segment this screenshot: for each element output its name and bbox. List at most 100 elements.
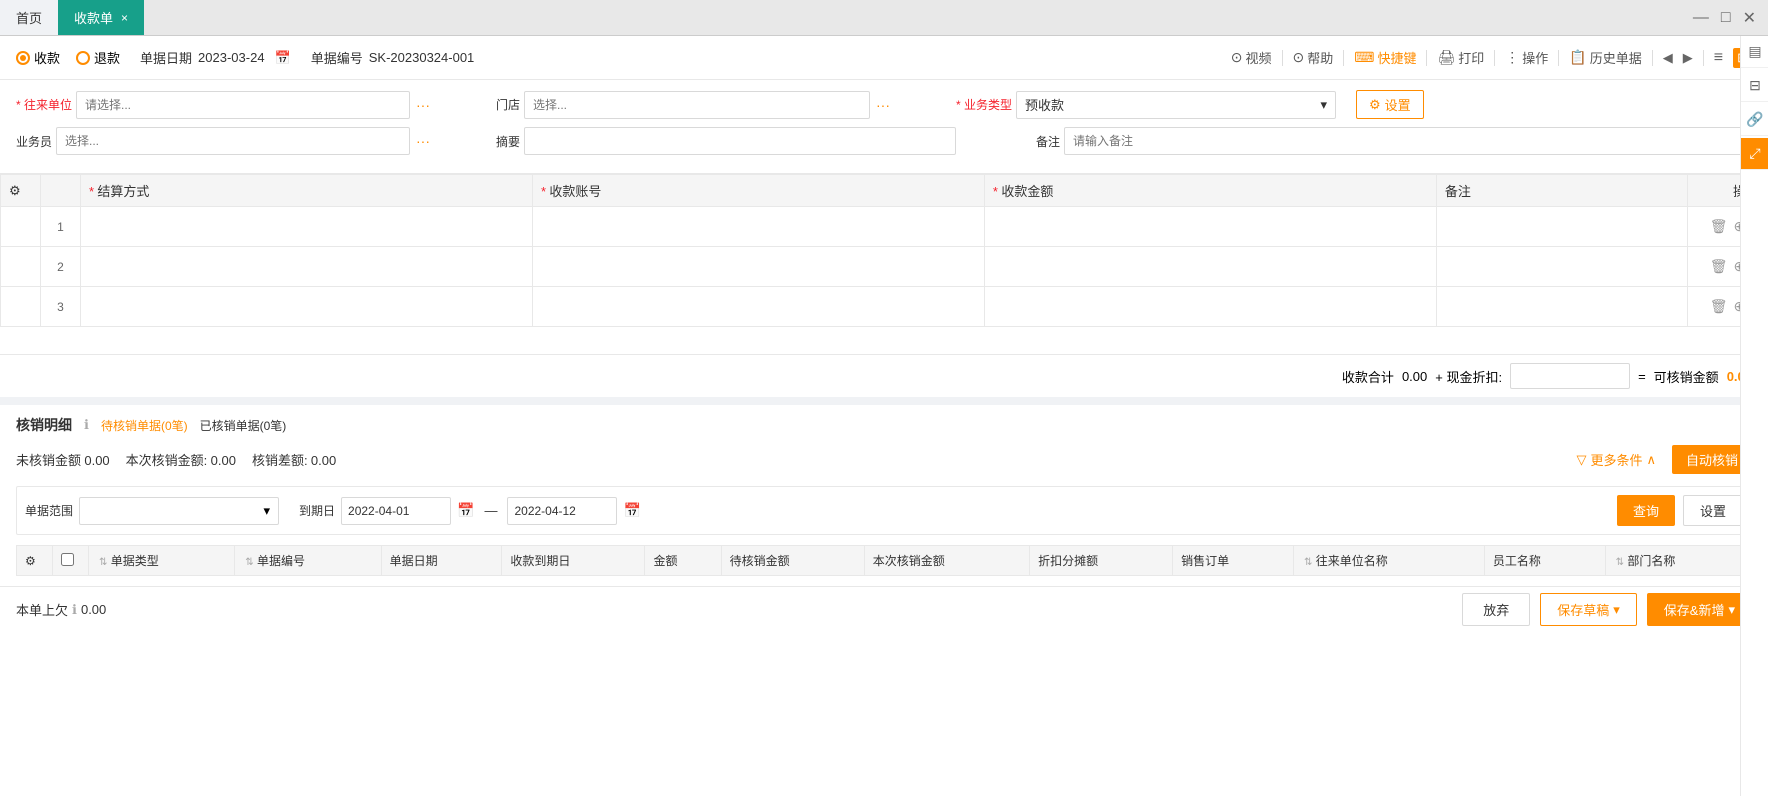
select-all-checkbox[interactable] [61,553,74,566]
cell-remarks[interactable] [1436,207,1687,247]
query-btn[interactable]: 查询 [1617,495,1675,526]
arrow-left-icon[interactable]: ◀ [1663,50,1673,66]
col-account: * 收款账号 [532,175,984,207]
divider5 [1558,50,1559,66]
more-conditions-btn[interactable]: ▽ 更多条件 ∧ [1576,450,1656,469]
bottom-table: ⚙ ⇅ 单据类型 ⇅ 单据编号 单据日期 收款到期日 [16,545,1752,576]
help-btn[interactable]: ⊙ 帮助 [1293,48,1334,67]
date-to-input[interactable] [507,497,617,525]
btcol-settings[interactable]: ⚙ [17,546,53,576]
cell-settlement[interactable] [81,247,533,287]
query-btn-label: 查询 [1633,504,1659,519]
sidebar-icon-2[interactable]: ⊟ [1741,70,1768,102]
col-settlement: * 结算方式 [81,175,533,207]
list-icon[interactable]: ≡ [1714,49,1723,67]
more-conditions-label: 更多条件 [1590,450,1642,469]
calendar-to-icon[interactable]: 📅 [623,502,640,519]
radio-refund-label: 退款 [94,48,120,67]
radio-refund-dot [76,51,90,65]
vendor-more-btn[interactable]: ··· [410,97,436,113]
col-remarks-label: 备注 [1445,184,1471,199]
settings-btn[interactable]: ⚙ 设置 [1356,90,1424,119]
staff-more-btn[interactable]: ··· [410,133,436,149]
cell-remarks[interactable] [1436,287,1687,327]
receivable-label: 可核销金额 [1654,367,1719,386]
cell-amount[interactable] [984,287,1436,327]
cell-amount[interactable] [984,247,1436,287]
tab-home[interactable]: 首页 [0,0,58,35]
auto-btn-label: 自动核销 [1686,453,1738,468]
sort-icon: ⇅ [99,557,107,568]
radio-refund[interactable]: 退款 [76,48,120,67]
cell-row-num [1,287,41,327]
draft-btn[interactable]: 保存草稿 ▾ [1540,593,1637,626]
setting-btn[interactable]: 设置 [1683,495,1743,526]
cell-settlement[interactable] [81,207,533,247]
done-tab[interactable]: 已核销单据(0笔) [200,417,287,434]
dropdown-icon: ▾ [1320,97,1327,113]
shortcut-btn[interactable]: ⌨ 快捷键 [1354,48,1416,67]
delete-icon[interactable]: 🗑 [1710,298,1728,315]
table-row: 1 🗑 ⊕ [1,207,1768,247]
business-type-select[interactable]: 预收款 ▾ [1016,91,1336,119]
bill-number-value: SK-20230324-001 [369,50,475,65]
current-label: 本单上欠 [16,600,68,619]
tab-close-icon[interactable]: × [121,11,128,25]
bill-number-label: 单据编号 [311,48,363,67]
radio-receipt[interactable]: 收款 [16,48,60,67]
vendor-input[interactable] [76,91,410,119]
close-btn[interactable]: ✕ [1743,8,1756,28]
radio-receipt-dot [16,51,30,65]
print-btn[interactable]: 🖨 打印 [1437,48,1484,67]
date-from-input[interactable] [341,497,451,525]
cell-amount[interactable] [984,207,1436,247]
remarks-input[interactable] [1064,127,1752,155]
arrow-right-icon[interactable]: ▶ [1683,50,1693,66]
draft-dropdown-icon[interactable]: ▾ [1613,602,1620,618]
info-icon[interactable]: ℹ [84,417,89,433]
cell-account[interactable] [532,207,984,247]
calendar-icon[interactable]: 📅 [275,50,291,66]
unverified-stat: 未核销金额 0.00 [16,450,110,469]
sidebar-icon-3[interactable]: 🔗 [1741,104,1768,136]
range-select[interactable]: ▾ [79,497,279,525]
save-dropdown-icon[interactable]: ▾ [1728,602,1735,618]
save-btn[interactable]: 保存&新增 ▾ [1647,593,1752,626]
abandon-btn[interactable]: 放弃 [1462,593,1530,626]
store-more-btn[interactable]: ··· [870,97,896,113]
sidebar-icon-1[interactable]: ▤ [1741,36,1768,68]
summary-input[interactable] [524,127,956,155]
bill-date-field: 单据日期 2023-03-24 📅 [140,48,291,67]
btcol-receipt-date: 收款到期日 [502,546,645,576]
calendar-from-icon[interactable]: 📅 [457,502,474,519]
business-type-field: * 业务类型 预收款 ▾ [956,91,1336,119]
receipt-table: ⚙ * 结算方式 * 收款账号 * 收款金额 [0,174,1768,327]
cell-remarks[interactable] [1436,247,1687,287]
print-label: 打印 [1458,48,1484,67]
filter-actions: 查询 设置 [1617,495,1743,526]
delete-icon[interactable]: 🗑 [1710,258,1728,275]
cell-settlement[interactable] [81,287,533,327]
video-btn[interactable]: ⊙ 视频 [1231,48,1272,67]
pending-tab[interactable]: 待核销单据(0笔) [101,417,188,434]
btcol-checkbox[interactable] [53,546,89,576]
history-btn[interactable]: 📋 历史单据 [1569,48,1641,67]
vendor-field: * 往来单位 ··· [16,91,436,119]
tab-bar: 首页 收款单 × — □ ✕ [0,0,1768,36]
sort-icon: ⇅ [1304,557,1312,568]
diff-stat: 核销差额: 0.00 [252,450,336,469]
tab-receipt[interactable]: 收款单 × [58,0,144,35]
sidebar-icon-4[interactable]: ⤢ [1741,138,1768,170]
delete-icon[interactable]: 🗑 [1710,218,1728,235]
minimize-btn[interactable]: — [1693,9,1709,27]
business-type-value: 预收款 [1025,95,1064,114]
store-input[interactable] [524,91,870,119]
maximize-btn[interactable]: □ [1721,9,1731,27]
cell-account[interactable] [532,247,984,287]
help-icon-small[interactable]: ℹ [72,602,77,618]
cell-account[interactable] [532,287,984,327]
staff-input[interactable] [56,127,410,155]
operation-btn[interactable]: ⋮ 操作 [1505,48,1548,67]
discount-input[interactable] [1510,363,1630,389]
col-settings[interactable]: ⚙ [1,175,41,207]
